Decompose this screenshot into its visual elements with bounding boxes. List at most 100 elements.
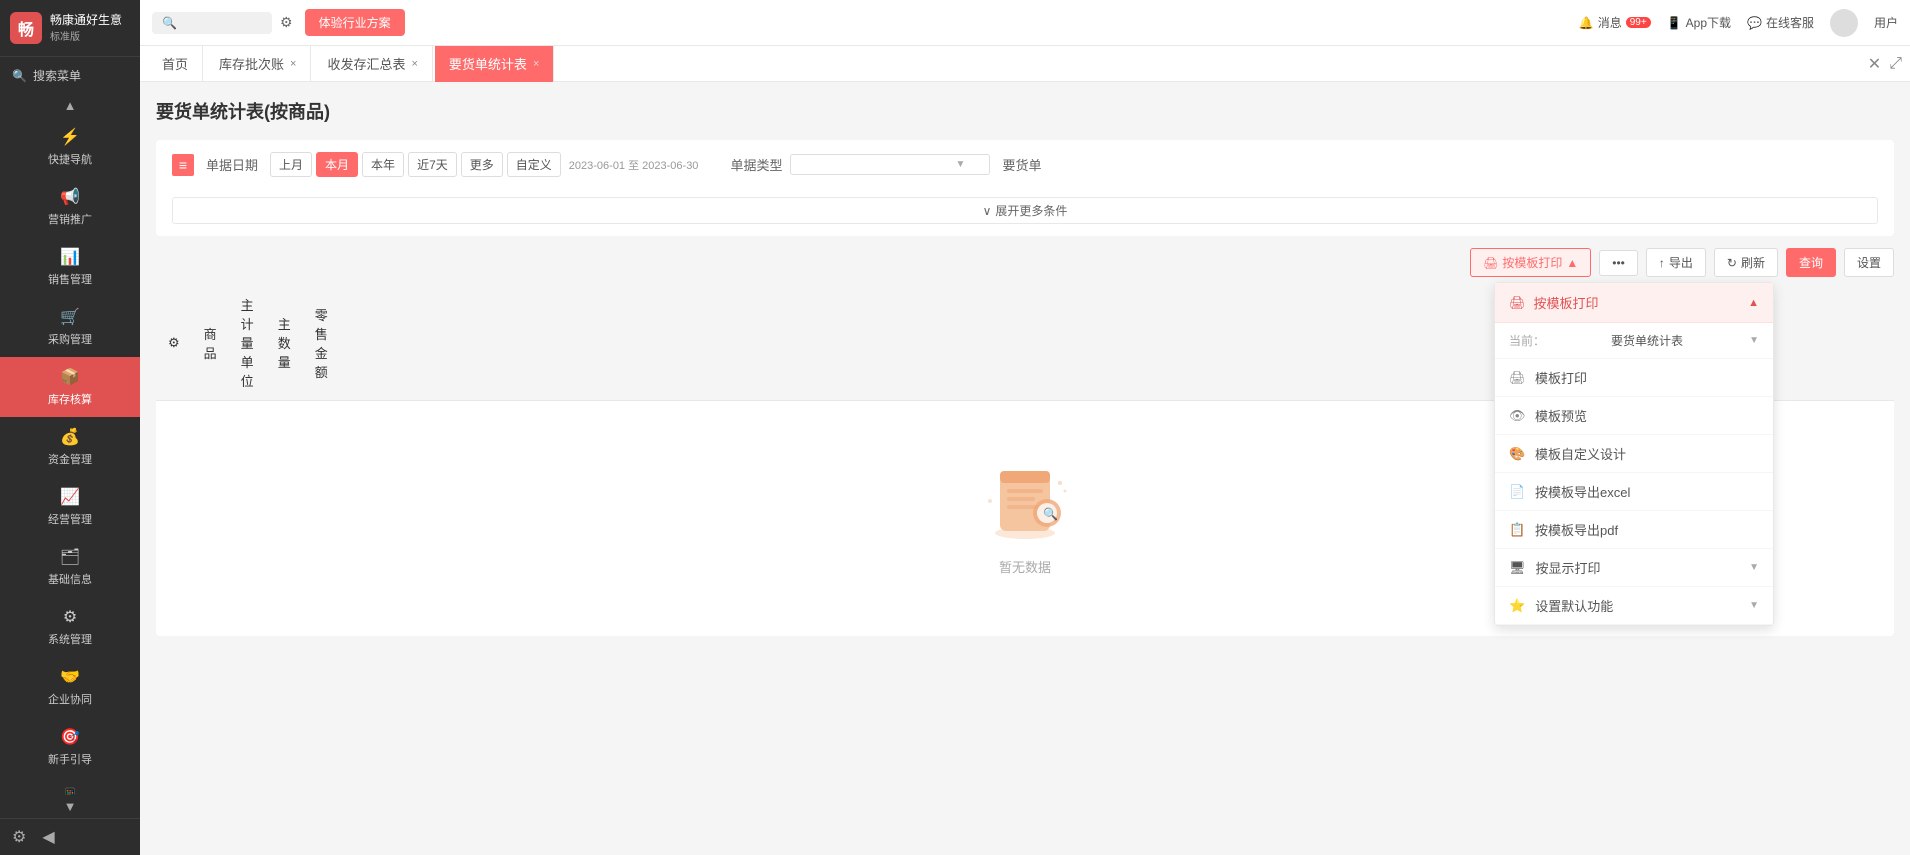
date-btn-custom[interactable]: 自定义	[507, 152, 561, 177]
sidebar-item-collab[interactable]: 🤝 企业协同	[0, 657, 140, 717]
date-btn-this-year[interactable]: 本年	[362, 152, 404, 177]
topbar-search-icon: 🔍	[162, 16, 177, 30]
print-dropdown-title: 🖨 按模板打印	[1509, 293, 1599, 312]
guide-icon: 🎯	[60, 727, 80, 747]
col-retail: 零售金额	[303, 285, 340, 401]
topbar-right: 🔔 消息 99+ 📱 App下载 💬 在线客服 用户	[1579, 9, 1898, 37]
sidebar-item-label: 企业协同	[48, 691, 92, 707]
collab-icon: 🤝	[60, 667, 80, 687]
sidebar-item-purchase[interactable]: 🛒 采购管理	[0, 297, 140, 357]
expand-more-btn[interactable]: ∨ 展开更多条件	[172, 197, 1878, 224]
sidebar-item-appstore[interactable]: 📱 应用中心	[0, 777, 140, 795]
design-icon: 🎨	[1509, 446, 1525, 462]
marketing-icon: 📢	[60, 187, 80, 207]
tab-order-close[interactable]: ×	[533, 58, 539, 70]
col-goods: 商品	[192, 285, 229, 401]
tab-order[interactable]: 要货单统计表 ×	[435, 46, 554, 82]
sidebar-item-sales[interactable]: 📊 销售管理	[0, 237, 140, 297]
notice-item[interactable]: 🔔 消息 99+	[1579, 14, 1651, 31]
sidebar-item-label: 快捷导航	[48, 151, 92, 167]
topbar-gear-icon[interactable]: ⚙	[280, 14, 293, 31]
tab-home[interactable]: 首页	[148, 46, 203, 82]
online-service-item[interactable]: 💬 在线客服	[1747, 14, 1814, 31]
tab-batch-close[interactable]: ×	[290, 58, 296, 70]
date-btn-last-month[interactable]: 上月	[270, 152, 312, 177]
app-download-item[interactable]: 📱 App下载	[1667, 14, 1731, 31]
settings-icon[interactable]: ⚙	[12, 827, 26, 847]
col-settings[interactable]: ⚙	[156, 285, 192, 401]
sidebar-item-label: 资金管理	[48, 451, 92, 467]
expand-icon: ∨	[983, 204, 992, 218]
date-btn-this-month[interactable]: 本月	[316, 152, 358, 177]
dropdown-item-default-func[interactable]: ⭐ 设置默认功能 ▼	[1495, 587, 1773, 625]
preview-icon: 👁	[1509, 408, 1525, 424]
filter-toggle-btn[interactable]: ≡	[172, 154, 194, 176]
tab-collect-close[interactable]: ×	[411, 58, 417, 70]
sidebar-item-guide[interactable]: 🎯 新手引导	[0, 717, 140, 777]
query-btn[interactable]: 查询	[1786, 248, 1836, 277]
current-chevron-icon: ▼	[1749, 335, 1759, 346]
sub-chevron-icon: ▼	[1749, 562, 1759, 573]
refresh-label: 刷新	[1741, 254, 1765, 271]
sidebar-item-system[interactable]: ⚙ 系统管理	[0, 597, 140, 657]
date-range-text: 2023-06-01 至 2023-06-30	[569, 157, 699, 173]
dropdown-sub-label: 设置默认功能	[1535, 596, 1613, 615]
settings-btn[interactable]: 设置	[1844, 248, 1894, 277]
dropdown-item-label: 模板打印	[1535, 368, 1587, 387]
dropdown-sub-label: 按显示打印	[1536, 558, 1601, 577]
system-icon: ⚙	[63, 607, 77, 627]
dropdown-item-export-excel[interactable]: 📄 按模板导出excel	[1495, 473, 1773, 511]
tab-batch[interactable]: 库存批次账 ×	[205, 46, 311, 82]
date-btn-7days[interactable]: 近7天	[408, 152, 457, 177]
print-dropdown-header[interactable]: 🖨 按模板打印 ▲	[1495, 283, 1773, 323]
purchase-icon: 🛒	[60, 307, 80, 327]
base-icon: 🗂	[60, 547, 80, 567]
more-btn[interactable]: •••	[1599, 250, 1638, 276]
print-header-icon: 🖨	[1509, 295, 1526, 311]
sidebar-item-base[interactable]: 🗂 基础信息	[0, 537, 140, 597]
sidebar-item-shortcut[interactable]: ⚡ 快捷导航	[0, 117, 140, 177]
tabbar-end: ✕ ⤢	[1868, 54, 1910, 74]
sub-chevron-icon2: ▼	[1749, 600, 1759, 611]
page-title: 要货单统计表(按商品)	[156, 98, 1894, 124]
dropdown-item-template-design[interactable]: 🎨 模板自定义设计	[1495, 435, 1773, 473]
search-menu-label: 搜索菜单	[33, 67, 81, 84]
export-label: 导出	[1669, 254, 1693, 271]
dropdown-item-display-print[interactable]: 🖥 按显示打印 ▼	[1495, 549, 1773, 587]
trial-btn[interactable]: 体验行业方案	[305, 9, 405, 36]
sidebar-item-marketing[interactable]: 📢 营销推广	[0, 177, 140, 237]
print-btn-label: 按模板打印	[1502, 254, 1562, 271]
order-type-select[interactable]: ▼	[790, 154, 990, 175]
avatar[interactable]	[1830, 9, 1858, 37]
dropdown-item-export-pdf[interactable]: 📋 按模板导出pdf	[1495, 511, 1773, 549]
svg-text:🔍: 🔍	[1043, 506, 1058, 521]
sidebar-scroll-down[interactable]: ▼	[0, 795, 140, 818]
export-btn[interactable]: ↑ 导出	[1646, 248, 1706, 277]
dropdown-item-template-print[interactable]: 🖨 模板打印	[1495, 359, 1773, 397]
refresh-icon: ↻	[1727, 256, 1737, 270]
refresh-btn[interactable]: ↻ 刷新	[1714, 248, 1778, 277]
tab-close-all-icon[interactable]: ✕	[1868, 54, 1881, 74]
date-btn-more[interactable]: 更多	[461, 152, 503, 177]
search-menu-item[interactable]: 🔍 搜索菜单	[0, 57, 140, 94]
dropdown-item-template-preview[interactable]: 👁 模板预览	[1495, 397, 1773, 435]
sidebar-item-finance[interactable]: 💰 资金管理	[0, 417, 140, 477]
date-buttons: 上月 本月 本年 近7天 更多 自定义 2023-06-01 至 2023-06…	[270, 152, 698, 177]
sidebar-item-inventory[interactable]: 📦 库存核算	[0, 357, 140, 417]
topbar-search[interactable]: 🔍	[152, 12, 272, 34]
print-btn-arrow: ▲	[1566, 256, 1578, 270]
default-func-left: ⭐ 设置默认功能	[1509, 596, 1613, 615]
collapse-icon[interactable]: ◀	[42, 827, 54, 847]
display-print-left: 🖥 按显示打印	[1509, 558, 1601, 577]
sidebar-item-label: 基础信息	[48, 571, 92, 587]
display-icon: 🖥	[1509, 560, 1526, 576]
tab-expand-icon[interactable]: ⤢	[1889, 55, 1902, 73]
sidebar-scroll-up[interactable]: ▲	[0, 94, 140, 117]
excel-icon: 📄	[1509, 484, 1525, 500]
print-btn[interactable]: 🖨 按模板打印 ▲	[1470, 248, 1591, 277]
content-area: 要货单统计表(按商品) ≡ 单据日期 上月 本月 本年 近7天 更多 自定义 2…	[140, 82, 1910, 855]
sidebar-item-business[interactable]: 📈 经营管理	[0, 477, 140, 537]
export-icon: ↑	[1659, 256, 1665, 270]
download-icon: 📱	[1667, 16, 1682, 30]
tab-collect[interactable]: 收发存汇总表 ×	[313, 46, 432, 82]
